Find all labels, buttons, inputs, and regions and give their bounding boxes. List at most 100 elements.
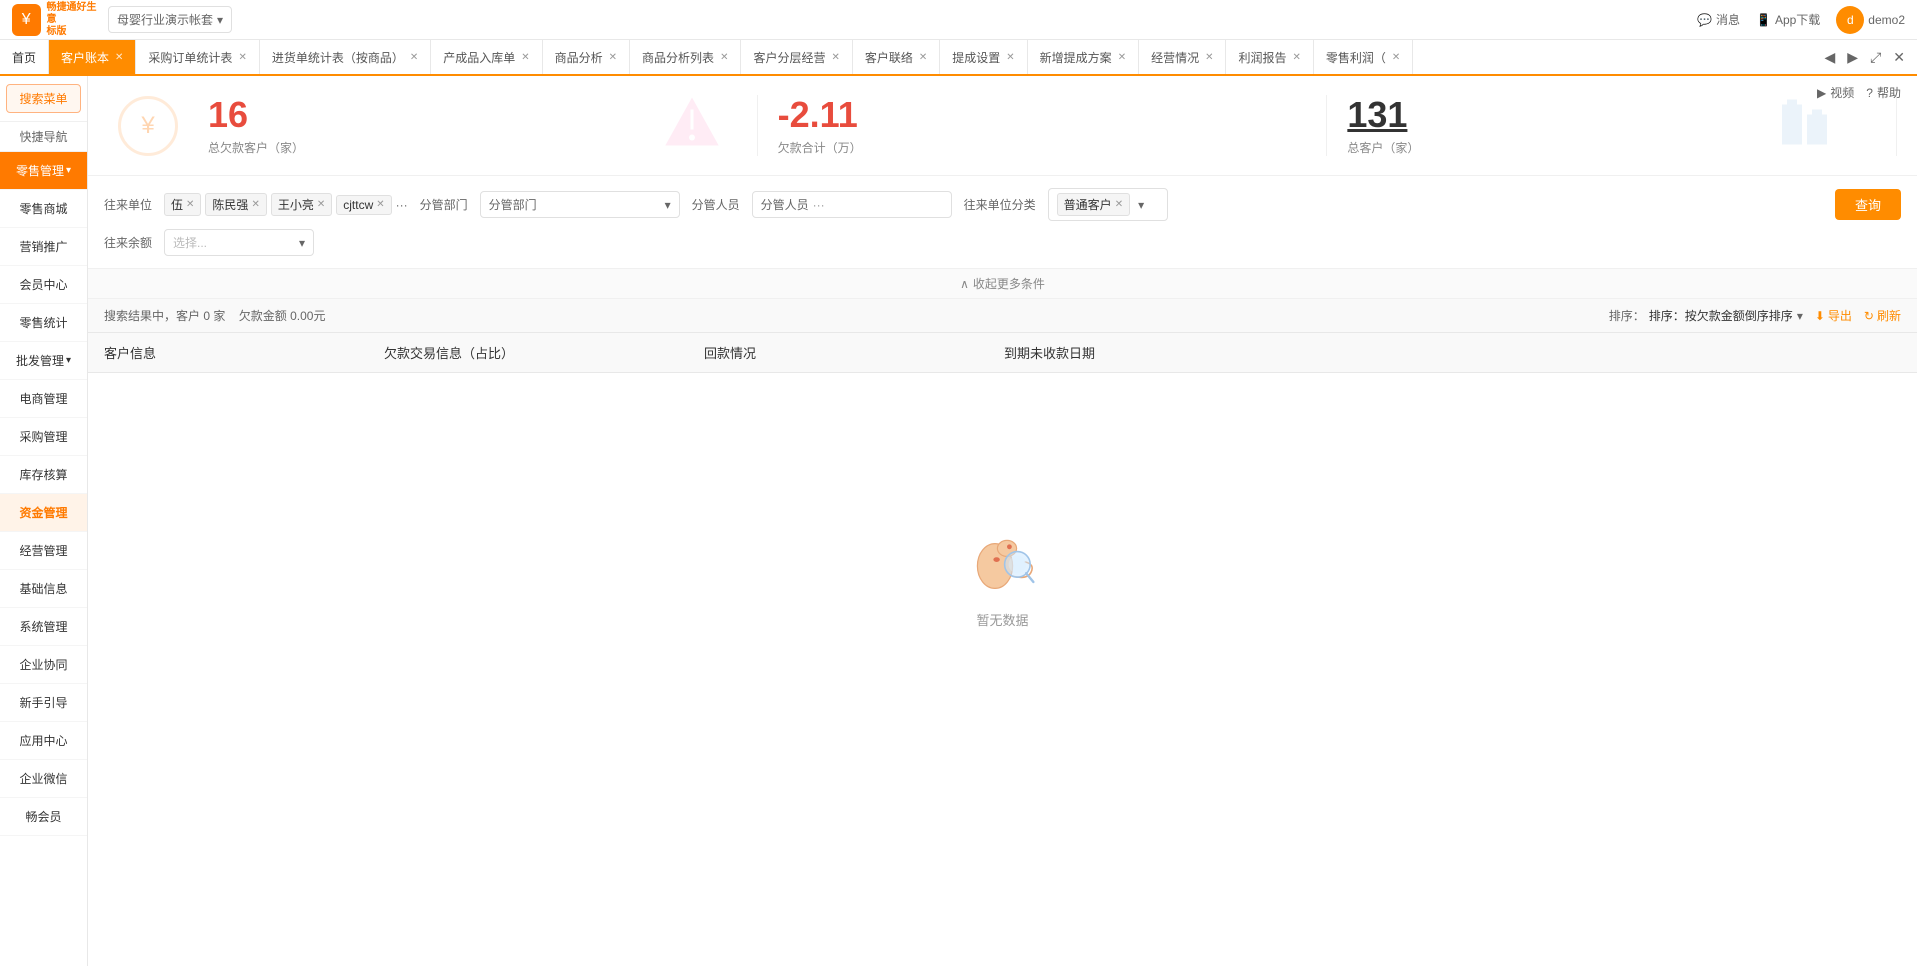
sort-select[interactable]: 排序： 排序：按欠款金额倒序排序 ▾ bbox=[1609, 307, 1803, 324]
sidebar-item-retail-mgmt[interactable]: 零售管理 ▾ bbox=[0, 152, 87, 190]
video-help-button[interactable]: ▶ 视频 bbox=[1817, 84, 1854, 101]
tab-customer-segment[interactable]: 客户分层经营 ✕ bbox=[741, 40, 852, 75]
tab-new-achievement-close[interactable]: ✕ bbox=[1118, 52, 1126, 63]
tab-customer-contact[interactable]: 客户联络 ✕ bbox=[853, 40, 940, 75]
sidebar-item-wholesale-mgmt[interactable]: 批发管理 ▾ bbox=[0, 342, 87, 380]
tab-new-achievement[interactable]: 新增提成方案 ✕ bbox=[1028, 40, 1139, 75]
tab-business-status-close[interactable]: ✕ bbox=[1205, 52, 1213, 63]
account-dropdown-icon: ▾ bbox=[217, 13, 223, 27]
tab-reminder-settings-close[interactable]: ✕ bbox=[1006, 52, 1014, 63]
tab-production-inbound[interactable]: 产成品入库单 ✕ bbox=[431, 40, 542, 75]
tab-profit-report[interactable]: 利润报告 ✕ bbox=[1226, 40, 1313, 75]
sidebar-item-member-center-label: 会员中心 bbox=[19, 278, 67, 292]
tab-inbound-stats-close[interactable]: ✕ bbox=[410, 52, 418, 63]
customer-count: 0 bbox=[203, 309, 210, 323]
sidebar-item-system-mgmt-label: 系统管理 bbox=[19, 620, 67, 634]
account-selector[interactable]: 母婴行业演示帐套 ▾ bbox=[108, 6, 232, 33]
unit-tag-chen-close[interactable]: ✕ bbox=[251, 199, 259, 210]
sidebar-search-button[interactable]: 搜索菜单 bbox=[6, 84, 81, 113]
sidebar-item-marketing[interactable]: 营销推广 bbox=[0, 228, 87, 266]
tab-goods-analysis[interactable]: 商品分析 ✕ bbox=[543, 40, 630, 75]
sidebar-item-retail-mall[interactable]: 零售商城 bbox=[0, 190, 87, 228]
sidebar-item-capital-mgmt[interactable]: 资金管理 bbox=[0, 494, 87, 532]
user-name: demo2 bbox=[1868, 13, 1905, 27]
refresh-icon: ↻ bbox=[1864, 309, 1874, 323]
sidebar-item-basic-info[interactable]: 基础信息 bbox=[0, 570, 87, 608]
sidebar-item-enterprise-collab-label: 企业协同 bbox=[19, 658, 67, 672]
tab-retail-profit[interactable]: 零售利润（ ✕ bbox=[1314, 40, 1413, 75]
sidebar-item-app-center-label: 应用中心 bbox=[19, 734, 67, 748]
stat-bg-icon-2 bbox=[662, 94, 722, 157]
unit-tag-wu-close[interactable]: ✕ bbox=[186, 199, 194, 210]
sidebar-item-enterprise-collab[interactable]: 企业协同 bbox=[0, 646, 87, 684]
tab-customer-book-label: 客户账本 bbox=[61, 49, 109, 66]
sidebar-item-app-center[interactable]: 应用中心 bbox=[0, 722, 87, 760]
sidebar-item-retail-stats[interactable]: 零售统计 bbox=[0, 304, 87, 342]
unit-tag-wang: 王小亮 ✕ bbox=[271, 193, 332, 216]
stat-debt-customers-value: 16 bbox=[208, 95, 248, 135]
tab-purchase-order-stats-label: 采购订单统计表 bbox=[148, 49, 232, 66]
tab-customer-segment-close[interactable]: ✕ bbox=[831, 52, 839, 63]
tab-retail-profit-label: 零售利润（ bbox=[1326, 49, 1386, 66]
nav-tabs: 首页 客户账本 ✕ 采购订单统计表 ✕ 进货单统计表（按商品） ✕ 产成品入库单… bbox=[0, 40, 1917, 76]
sidebar-item-inventory[interactable]: 库存核算 bbox=[0, 456, 87, 494]
sidebar-item-vip-member[interactable]: 畅会员 bbox=[0, 798, 87, 836]
tab-customer-contact-close[interactable]: ✕ bbox=[919, 52, 927, 63]
sidebar-item-system-mgmt[interactable]: 系统管理 bbox=[0, 608, 87, 646]
tab-reminder-settings[interactable]: 提成设置 ✕ bbox=[940, 40, 1027, 75]
sidebar-item-newbie-guide[interactable]: 新手引导 bbox=[0, 684, 87, 722]
tab-purchase-order-stats-close[interactable]: ✕ bbox=[238, 52, 246, 63]
app-download-button[interactable]: 📱 App下载 bbox=[1756, 11, 1820, 28]
tab-goods-analysis-list-close[interactable]: ✕ bbox=[720, 52, 728, 63]
help-button[interactable]: ? 帮助 bbox=[1866, 84, 1901, 101]
nav-controls: ◀ ▶ ⤢ ✕ bbox=[1813, 47, 1917, 68]
query-button[interactable]: 查询 bbox=[1835, 189, 1901, 220]
stat-debt-amount: -2.11 欠款合计（万） bbox=[758, 95, 1328, 156]
account-name: 母婴行业演示帐套 bbox=[117, 11, 213, 28]
tab-goods-analysis-close[interactable]: ✕ bbox=[609, 52, 617, 63]
export-button[interactable]: ⬇ 导出 bbox=[1815, 307, 1852, 324]
remain-select[interactable]: 选择... ▾ bbox=[164, 229, 314, 256]
main-layout: 搜索菜单 快捷导航 零售管理 ▾ 零售商城 营销推广 会员中心 零售统计 批发管… bbox=[0, 76, 1917, 966]
sidebar-item-ecommerce-mgmt[interactable]: 电商管理 bbox=[0, 380, 87, 418]
tab-goods-analysis-list[interactable]: 商品分析列表 ✕ bbox=[630, 40, 741, 75]
tab-inbound-stats[interactable]: 进货单统计表（按商品） ✕ bbox=[260, 40, 431, 75]
filter-more-btn[interactable]: ··· bbox=[396, 198, 408, 212]
tab-customer-book[interactable]: 客户账本 ✕ bbox=[49, 40, 136, 75]
nav-prev-btn[interactable]: ◀ bbox=[1821, 47, 1840, 68]
sidebar-item-wholesale-mgmt-label: 批发管理 bbox=[16, 352, 64, 369]
top-bar: ¥ 畅捷通好生意 标版 母婴行业演示帐套 ▾ 💬 消息 📱 App下载 d de… bbox=[0, 0, 1917, 40]
tab-customer-book-close[interactable]: ✕ bbox=[115, 52, 123, 63]
nav-expand-btn[interactable]: ⤢ bbox=[1866, 47, 1885, 68]
sort-dropdown-icon: ▾ bbox=[1797, 309, 1803, 323]
unit-filter-tags: 伍 ✕ 陈民强 ✕ 王小亮 ✕ cjttcw ✕ ··· bbox=[164, 193, 408, 216]
sidebar-item-member-center[interactable]: 会员中心 bbox=[0, 266, 87, 304]
unit-tag-chen-text: 陈民强 bbox=[212, 196, 248, 213]
tab-retail-profit-close[interactable]: ✕ bbox=[1392, 52, 1400, 63]
sidebar-item-purchase-mgmt[interactable]: 采购管理 bbox=[0, 418, 87, 456]
message-button[interactable]: 💬 消息 bbox=[1697, 11, 1740, 28]
manager-select[interactable]: 分管人员 ··· bbox=[752, 191, 952, 218]
unit-tag-wang-close[interactable]: ✕ bbox=[317, 199, 325, 210]
tab-business-status[interactable]: 经营情况 ✕ bbox=[1139, 40, 1226, 75]
tab-production-inbound-close[interactable]: ✕ bbox=[521, 52, 529, 63]
tab-goods-analysis-list-label: 商品分析列表 bbox=[642, 49, 714, 66]
col-customer-info: 客户信息 bbox=[104, 343, 384, 362]
tab-profit-report-close[interactable]: ✕ bbox=[1293, 52, 1301, 63]
sidebar-item-enterprise-wechat[interactable]: 企业微信 bbox=[0, 760, 87, 798]
nav-close-all-btn[interactable]: ✕ bbox=[1889, 47, 1909, 68]
unit-tag-cjttcw-close[interactable]: ✕ bbox=[376, 199, 384, 210]
collapse-bar[interactable]: ∧ 收起更多条件 bbox=[88, 269, 1917, 299]
nav-next-btn[interactable]: ▶ bbox=[1843, 47, 1862, 68]
sidebar-item-operation-mgmt[interactable]: 经营管理 bbox=[0, 532, 87, 570]
refresh-button[interactable]: ↻ 刷新 bbox=[1864, 307, 1901, 324]
user-profile[interactable]: d demo2 bbox=[1836, 6, 1905, 34]
sidebar: 搜索菜单 快捷导航 零售管理 ▾ 零售商城 营销推广 会员中心 零售统计 批发管… bbox=[0, 76, 88, 966]
department-select[interactable]: 分管部门 ▾ bbox=[480, 191, 680, 218]
sidebar-quick-nav[interactable]: 快捷导航 bbox=[0, 122, 87, 152]
category-select[interactable]: 普通客户 ✕ ▾ bbox=[1048, 188, 1168, 221]
category-tag-normal-close[interactable]: ✕ bbox=[1115, 199, 1123, 210]
tab-home[interactable]: 首页 bbox=[0, 40, 49, 75]
tab-purchase-order-stats[interactable]: 采购订单统计表 ✕ bbox=[136, 40, 259, 75]
empty-state: 暂无数据 bbox=[963, 458, 1043, 689]
